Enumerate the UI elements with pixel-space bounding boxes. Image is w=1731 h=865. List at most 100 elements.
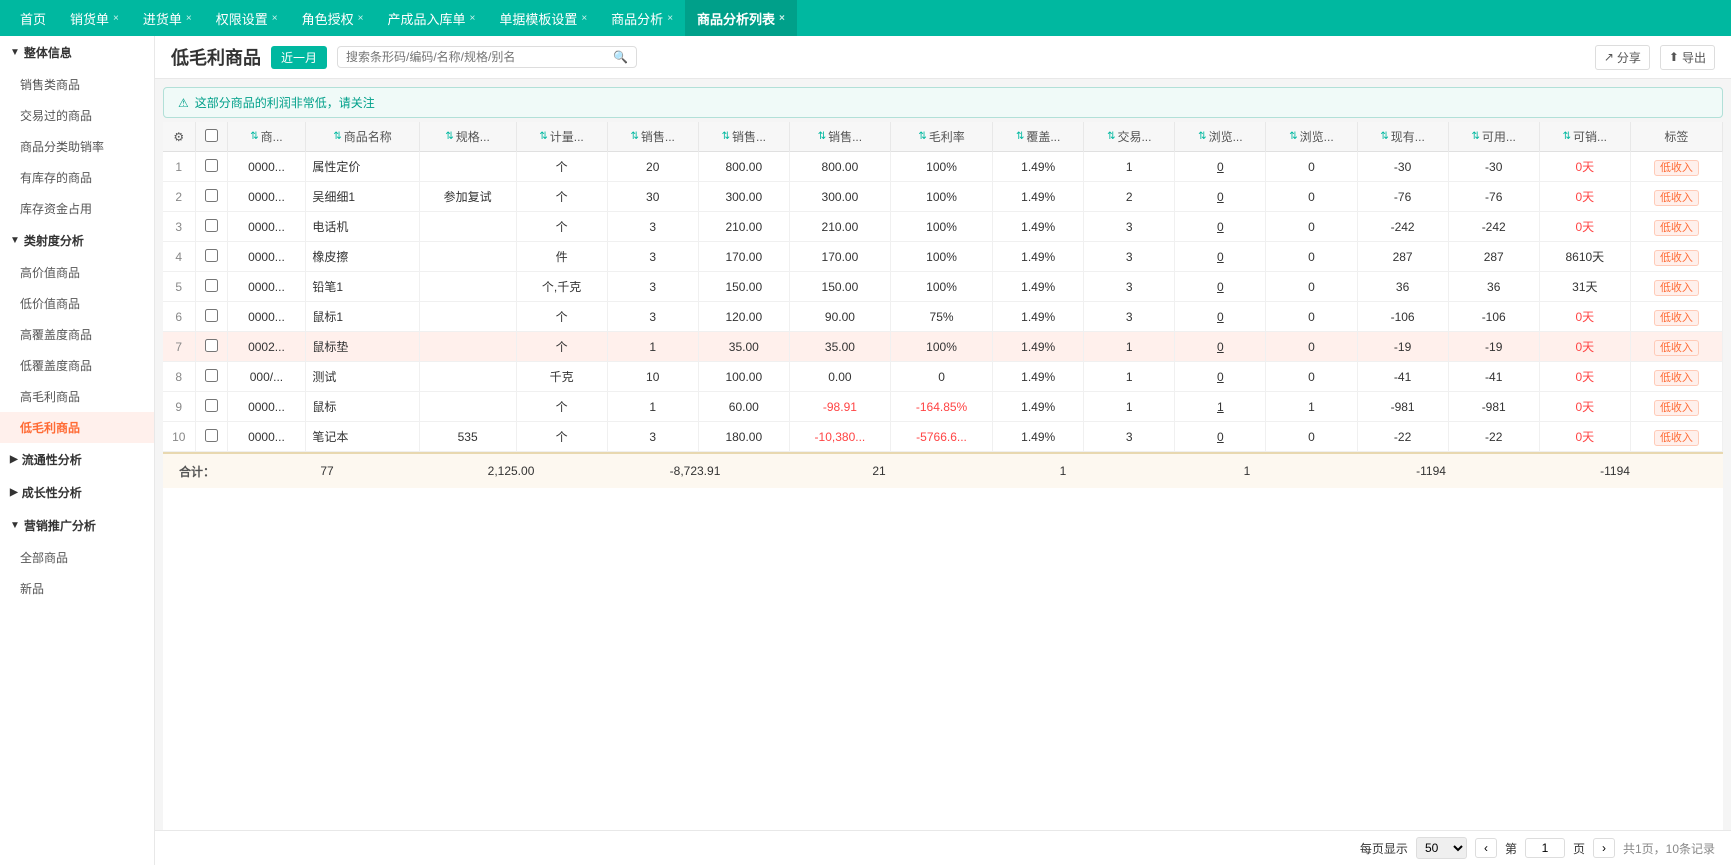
search-input[interactable] [346, 50, 609, 64]
col-sale-count[interactable]: ⇅ 销售... [607, 122, 698, 152]
col-available[interactable]: ⇅ 可用... [1448, 122, 1539, 152]
export-button[interactable]: ⬆ 导出 [1660, 45, 1715, 70]
next-page-button[interactable]: › [1593, 838, 1615, 858]
sidebar-item-all-products[interactable]: 全部商品 [0, 542, 154, 573]
per-page-select[interactable]: 50 100 200 [1416, 837, 1467, 859]
col-trade[interactable]: ⇅ 交易... [1084, 122, 1175, 152]
col-coverage[interactable]: ⇅ 覆盖... [993, 122, 1084, 152]
settings-icon[interactable]: ⚙ [173, 130, 184, 144]
cell-checkbox[interactable] [195, 332, 227, 362]
col-spec[interactable]: ⇅ 规格... [419, 122, 516, 152]
cell-browse1[interactable]: 0 [1175, 422, 1266, 452]
close-purchase-order[interactable]: × [186, 13, 192, 24]
nav-permissions[interactable]: 权限设置 × [204, 0, 290, 36]
nav-template-settings[interactable]: 单据模板设置 × [487, 0, 599, 36]
close-product-analysis-list[interactable]: × [779, 13, 785, 24]
col-unit[interactable]: ⇅ 计量... [516, 122, 607, 152]
nav-home[interactable]: 首页 [8, 0, 58, 36]
nav-product-analysis[interactable]: 商品分析 × [599, 0, 685, 36]
col-sale-price[interactable]: ⇅ 销售... [698, 122, 789, 152]
close-product-analysis[interactable]: × [667, 13, 673, 24]
sort-icon-10[interactable]: ⇅ [1107, 131, 1115, 142]
col-browse1[interactable]: ⇅ 浏览... [1175, 122, 1266, 152]
close-sales-order[interactable]: × [113, 13, 119, 24]
sort-icon-6[interactable]: ⇅ [722, 131, 730, 142]
sidebar-group-dimension-title[interactable]: ▼ 类射度分析 [0, 224, 154, 257]
row-checkbox[interactable] [205, 249, 218, 262]
col-name[interactable]: ⇅ 商品名称 [306, 122, 419, 152]
col-settings[interactable]: ⚙ [163, 122, 195, 152]
col-saleable[interactable]: ⇅ 可销... [1539, 122, 1630, 152]
sort-icon[interactable]: ⇅ [250, 131, 258, 142]
sidebar-item-stock-capital[interactable]: 库存资金占用 [0, 193, 154, 224]
cell-checkbox[interactable] [195, 302, 227, 332]
cell-browse1[interactable]: 0 [1175, 272, 1266, 302]
close-product-entry[interactable]: × [469, 13, 475, 24]
current-page-input[interactable] [1525, 838, 1565, 858]
row-checkbox[interactable] [205, 429, 218, 442]
sort-icon-11[interactable]: ⇅ [1198, 131, 1206, 142]
sidebar-group-growth-title[interactable]: ▶ 成长性分析 [0, 476, 154, 509]
sidebar-item-new-products[interactable]: 新品 [0, 573, 154, 604]
nav-product-entry[interactable]: 产成品入库单 × [375, 0, 487, 36]
cell-checkbox[interactable] [195, 362, 227, 392]
search-icon[interactable]: 🔍 [613, 50, 628, 64]
cell-browse1[interactable]: 1 [1175, 392, 1266, 422]
sort-icon-3[interactable]: ⇅ [445, 131, 453, 142]
col-current-stock[interactable]: ⇅ 现有... [1357, 122, 1448, 152]
sort-icon-5[interactable]: ⇅ [630, 131, 638, 142]
sidebar-collapse-btn[interactable]: 《 [154, 451, 155, 471]
sort-icon-9[interactable]: ⇅ [1016, 131, 1024, 142]
cell-checkbox[interactable] [195, 422, 227, 452]
cell-checkbox[interactable] [195, 242, 227, 272]
sort-icon-4[interactable]: ⇅ [539, 131, 547, 142]
cell-checkbox[interactable] [195, 212, 227, 242]
sort-icon-13[interactable]: ⇅ [1380, 131, 1388, 142]
cell-browse1[interactable]: 0 [1175, 152, 1266, 182]
sort-icon-2[interactable]: ⇅ [333, 131, 341, 142]
row-checkbox[interactable] [205, 279, 218, 292]
col-gross-rate[interactable]: ⇅ 毛利率 [890, 122, 992, 152]
cell-browse1[interactable]: 0 [1175, 362, 1266, 392]
row-checkbox[interactable] [205, 159, 218, 172]
col-sale-amount[interactable]: ⇅ 销售... [789, 122, 890, 152]
close-role-auth[interactable]: × [358, 13, 364, 24]
sidebar-item-high-margin[interactable]: 高毛利商品 [0, 381, 154, 412]
nav-purchase-order[interactable]: 进货单 × [131, 0, 204, 36]
share-button[interactable]: ↗ 分享 [1595, 45, 1650, 70]
cell-checkbox[interactable] [195, 182, 227, 212]
data-table-container[interactable]: ⚙ ⇅ 商... ⇅ 商品名称 ⇅ 规格... [163, 122, 1723, 830]
sort-icon-8[interactable]: ⇅ [918, 131, 926, 142]
cell-browse1[interactable]: 0 [1175, 212, 1266, 242]
cell-browse1[interactable]: 0 [1175, 242, 1266, 272]
sidebar-item-sales-products[interactable]: 销售类商品 [0, 69, 154, 100]
nav-product-analysis-list[interactable]: 商品分析列表 × [685, 0, 797, 36]
sort-icon-7[interactable]: ⇅ [818, 131, 826, 142]
sidebar-item-low-margin[interactable]: 低毛利商品 [0, 412, 154, 443]
sidebar-item-high-value[interactable]: 高价值商品 [0, 257, 154, 288]
nav-role-auth[interactable]: 角色授权 × [290, 0, 376, 36]
col-browse2[interactable]: ⇅ 浏览... [1266, 122, 1357, 152]
sidebar-item-traded-products[interactable]: 交易过的商品 [0, 100, 154, 131]
sidebar-item-in-stock-products[interactable]: 有库存的商品 [0, 162, 154, 193]
cell-browse1[interactable]: 0 [1175, 182, 1266, 212]
cell-checkbox[interactable] [195, 152, 227, 182]
select-all-checkbox[interactable] [205, 129, 218, 142]
row-checkbox[interactable] [205, 219, 218, 232]
sidebar-item-high-coverage[interactable]: 高覆盖度商品 [0, 319, 154, 350]
cell-checkbox[interactable] [195, 392, 227, 422]
sort-icon-12[interactable]: ⇅ [1289, 131, 1297, 142]
cell-checkbox[interactable] [195, 272, 227, 302]
sidebar-item-category-sales-rate[interactable]: 商品分类助销率 [0, 131, 154, 162]
row-checkbox[interactable] [205, 339, 218, 352]
sidebar-group-marketing-title[interactable]: ▼ 营销推广分析 [0, 509, 154, 542]
close-template-settings[interactable]: × [581, 13, 587, 24]
row-checkbox[interactable] [205, 369, 218, 382]
row-checkbox[interactable] [205, 309, 218, 322]
col-tag[interactable]: 标签 [1630, 122, 1722, 152]
sidebar-group-circulation-title[interactable]: ▶ 流通性分析 [0, 443, 154, 476]
row-checkbox[interactable] [205, 189, 218, 202]
nav-sales-order[interactable]: 销货单 × [58, 0, 131, 36]
col-code[interactable]: ⇅ 商... [227, 122, 306, 152]
sort-icon-15[interactable]: ⇅ [1563, 131, 1571, 142]
